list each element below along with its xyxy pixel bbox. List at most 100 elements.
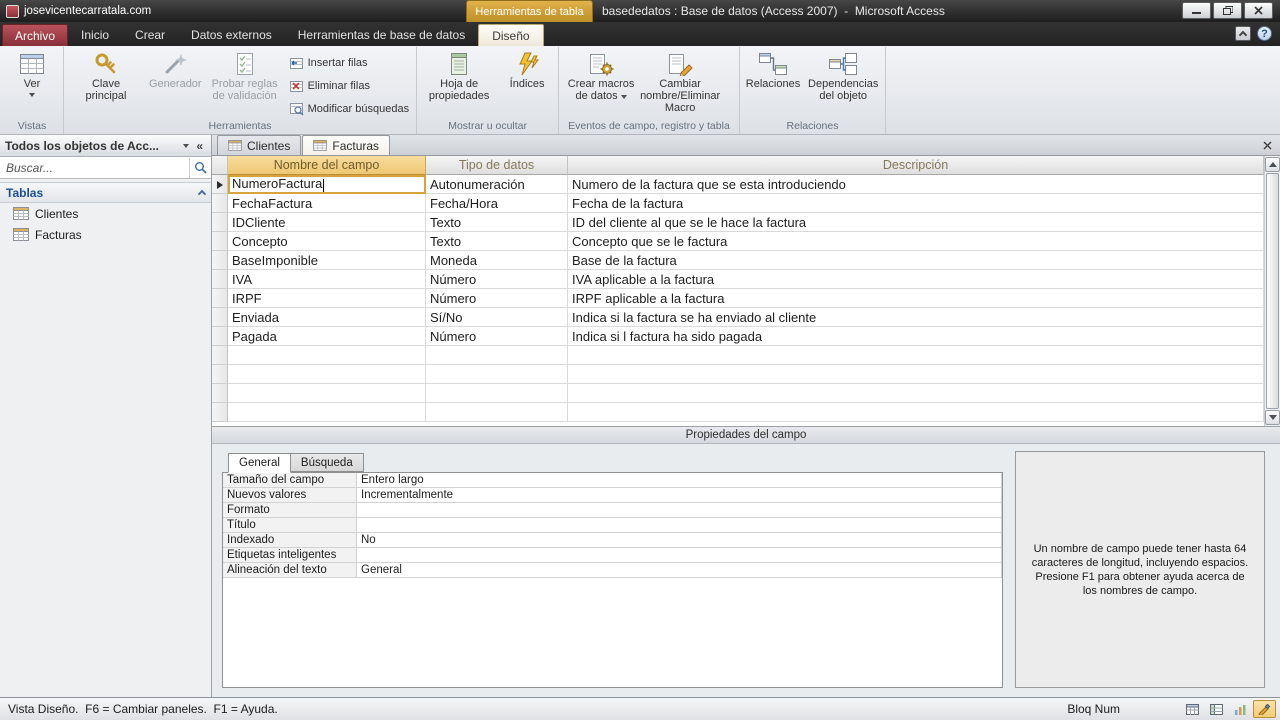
property-value[interactable]: [357, 503, 1002, 518]
field-type-cell[interactable]: Texto: [426, 232, 568, 251]
field-desc-cell[interactable]: IVA aplicable a la factura: [568, 270, 1264, 289]
maximize-button[interactable]: [1213, 2, 1242, 19]
prop-tab-busqueda[interactable]: Búsqueda: [289, 453, 364, 472]
field-name-cell[interactable]: IRPF: [228, 289, 426, 308]
row-selector[interactable]: [212, 175, 228, 194]
probar-reglas-button[interactable]: Probar reglas de validación: [206, 49, 284, 103]
row-selector[interactable]: [212, 270, 228, 289]
field-type-cell[interactable]: [426, 346, 568, 365]
vertical-scrollbar[interactable]: [1264, 156, 1280, 426]
field-desc-cell[interactable]: ID del cliente al que se le hace la fact…: [568, 213, 1264, 232]
property-value[interactable]: General: [357, 563, 1002, 578]
field-name-cell[interactable]: Pagada: [228, 327, 426, 346]
header-descripcion[interactable]: Descripción: [568, 156, 1264, 175]
row-selector[interactable]: [212, 232, 228, 251]
field-type-cell[interactable]: Número: [426, 270, 568, 289]
insertar-filas-button[interactable]: Insertar filas: [285, 52, 414, 73]
row-selector[interactable]: [212, 308, 228, 327]
field-type-cell[interactable]: Autonumeración: [426, 175, 568, 194]
field-desc-cell[interactable]: Fecha de la factura: [568, 194, 1264, 213]
field-name-cell[interactable]: [228, 403, 426, 422]
field-desc-cell[interactable]: Base de la factura: [568, 251, 1264, 270]
close-document-button[interactable]: [1260, 138, 1275, 153]
row-selector[interactable]: [212, 213, 228, 232]
field-desc-cell[interactable]: Indica si la factura se ha enviado al cl…: [568, 308, 1264, 327]
field-type-cell[interactable]: Fecha/Hora: [426, 194, 568, 213]
ribbon-tab-herramientas-bd[interactable]: Herramientas de base de datos: [285, 24, 478, 46]
cambiar-nombre-button[interactable]: Cambiar nombre/Eliminar Macro: [640, 49, 720, 115]
row-selector[interactable]: [212, 327, 228, 346]
field-type-cell[interactable]: Número: [426, 327, 568, 346]
ribbon-tab-crear[interactable]: Crear: [122, 24, 178, 46]
generador-button[interactable]: Generador: [146, 49, 205, 91]
field-desc-cell[interactable]: [568, 346, 1264, 365]
indices-button[interactable]: Índices: [499, 49, 555, 91]
header-nombre-del-campo[interactable]: Nombre del campo: [228, 156, 426, 175]
field-name-cell[interactable]: Enviada: [228, 308, 426, 327]
nav-section-tablas[interactable]: Tablas: [0, 182, 211, 203]
field-desc-cell[interactable]: [568, 403, 1264, 422]
scroll-up-button[interactable]: [1265, 157, 1280, 172]
field-name-cell[interactable]: IVA: [228, 270, 426, 289]
field-desc-cell[interactable]: Indica si l factura ha sido pagada: [568, 327, 1264, 346]
field-type-cell[interactable]: [426, 384, 568, 403]
ribbon-tab-datos-externos[interactable]: Datos externos: [178, 24, 285, 46]
ribbon-tab-archivo[interactable]: Archivo: [2, 24, 69, 46]
view-button-pivot-chart[interactable]: [1229, 700, 1252, 718]
row-selector[interactable]: [212, 384, 228, 403]
field-type-cell[interactable]: Sí/No: [426, 308, 568, 327]
view-button-design[interactable]: [1253, 700, 1276, 718]
eliminar-filas-button[interactable]: Eliminar filas: [285, 75, 414, 96]
field-type-cell[interactable]: Texto: [426, 213, 568, 232]
minimize-button[interactable]: [1182, 2, 1211, 19]
scrollbar-thumb[interactable]: [1266, 173, 1279, 409]
nav-item-clientes[interactable]: Clientes: [0, 203, 211, 224]
field-desc-cell[interactable]: [568, 365, 1264, 384]
row-selector[interactable]: [212, 194, 228, 213]
help-button[interactable]: ?: [1257, 26, 1272, 41]
doc-tab-clientes[interactable]: Clientes: [217, 135, 302, 155]
row-selector[interactable]: [212, 346, 228, 365]
field-name-cell[interactable]: [228, 384, 426, 403]
relaciones-button[interactable]: Relaciones: [743, 49, 803, 91]
field-desc-cell[interactable]: [568, 384, 1264, 403]
field-desc-cell[interactable]: Numero de la factura que se esta introdu…: [568, 175, 1264, 194]
property-value[interactable]: Entero largo: [357, 473, 1002, 488]
property-value[interactable]: [357, 518, 1002, 533]
ver-button[interactable]: Ver: [4, 49, 60, 98]
search-button[interactable]: [189, 157, 211, 178]
search-input[interactable]: [0, 157, 189, 178]
field-type-cell[interactable]: [426, 365, 568, 384]
property-value[interactable]: [357, 548, 1002, 563]
field-name-cell[interactable]: Concepto: [228, 232, 426, 251]
view-button-datasheet[interactable]: [1181, 700, 1204, 718]
clave-principal-button[interactable]: Clave principal: [67, 49, 145, 103]
nav-pane-header[interactable]: Todos los objetos de Acc... «: [0, 135, 211, 157]
property-value[interactable]: Incrementalmente: [357, 488, 1002, 503]
dependencias-button[interactable]: Dependencias del objeto: [804, 49, 882, 103]
field-name-cell[interactable]: BaseImponible: [228, 251, 426, 270]
hoja-propiedades-button[interactable]: Hoja de propiedades: [420, 49, 498, 103]
close-button[interactable]: [1244, 2, 1273, 19]
ribbon-tab-diseno[interactable]: Diseño: [478, 24, 544, 46]
ribbon-tab-inicio[interactable]: Inicio: [68, 24, 122, 46]
field-type-cell[interactable]: Número: [426, 289, 568, 308]
shutter-bar-button[interactable]: «: [193, 139, 206, 153]
field-desc-cell[interactable]: Concepto que se le factura: [568, 232, 1264, 251]
collapse-ribbon-button[interactable]: [1235, 26, 1251, 41]
view-button-pivot-table[interactable]: [1205, 700, 1228, 718]
row-selector[interactable]: [212, 365, 228, 384]
property-value[interactable]: No: [357, 533, 1002, 548]
selector-header[interactable]: [212, 156, 228, 175]
crear-macros-button[interactable]: Crear macros de datos: [562, 49, 640, 103]
field-type-cell[interactable]: Moneda: [426, 251, 568, 270]
field-name-cell[interactable]: [228, 346, 426, 365]
field-type-cell[interactable]: [426, 403, 568, 422]
row-selector[interactable]: [212, 251, 228, 270]
row-selector[interactable]: [212, 289, 228, 308]
field-name-cell[interactable]: IDCliente: [228, 213, 426, 232]
field-desc-cell[interactable]: IRPF aplicable a la factura: [568, 289, 1264, 308]
scroll-down-button[interactable]: [1265, 410, 1280, 425]
field-name-cell[interactable]: NumeroFactura: [228, 175, 426, 194]
nav-item-facturas[interactable]: Facturas: [0, 224, 211, 245]
